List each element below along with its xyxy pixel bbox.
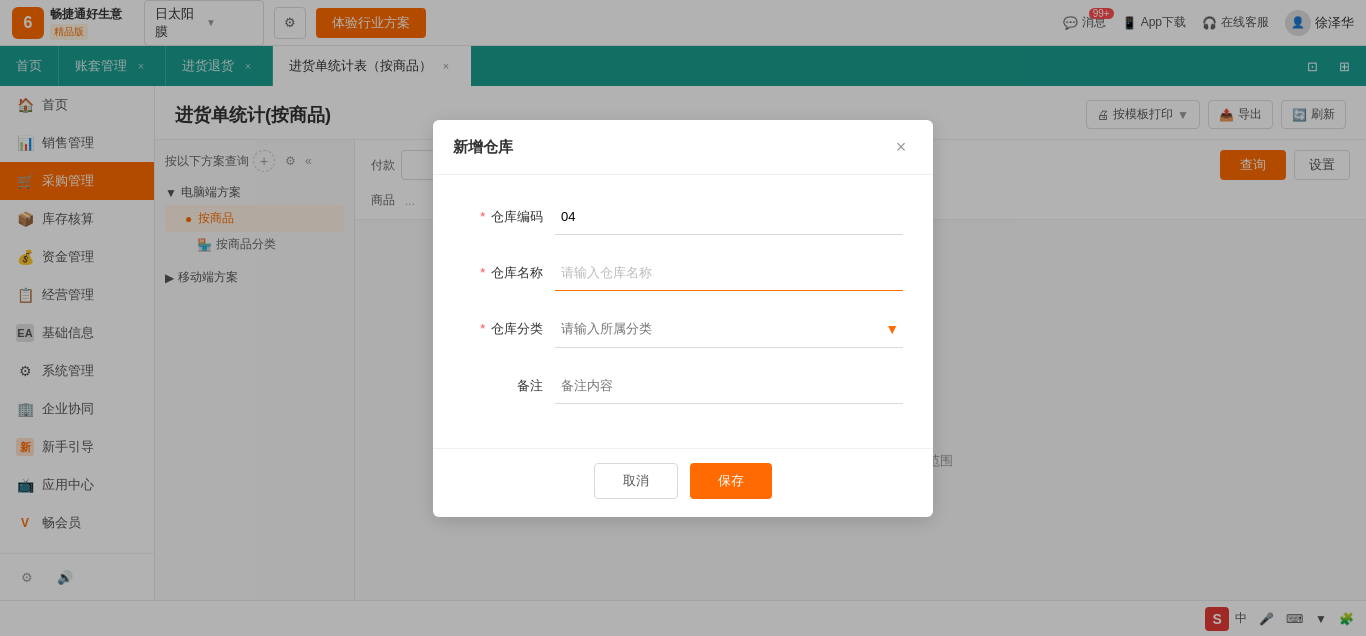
note-input[interactable] [555, 368, 903, 404]
code-label: * 仓库编码 [463, 208, 543, 226]
name-input[interactable] [555, 255, 903, 291]
modal-title: 新增仓库 [453, 138, 513, 157]
code-input[interactable] [555, 199, 903, 235]
modal-close-button[interactable]: × [889, 136, 913, 160]
form-row-name: * 仓库名称 [463, 255, 903, 291]
required-star-category: * [480, 321, 485, 336]
category-select-wrap: ▼ [555, 311, 903, 348]
form-row-category: * 仓库分类 ▼ [463, 311, 903, 348]
save-button[interactable]: 保存 [690, 463, 772, 499]
name-label: * 仓库名称 [463, 264, 543, 282]
modal-new-warehouse: 新增仓库 × * 仓库编码 * 仓库名称 [433, 120, 933, 517]
modal-overlay[interactable]: 新增仓库 × * 仓库编码 * 仓库名称 [0, 0, 1366, 636]
form-row-code: * 仓库编码 [463, 199, 903, 235]
required-star-code: * [480, 209, 485, 224]
cancel-button[interactable]: 取消 [594, 463, 678, 499]
modal-header: 新增仓库 × [433, 120, 933, 175]
modal-body: * 仓库编码 * 仓库名称 * 仓库分类 [433, 175, 933, 448]
required-star-name: * [480, 265, 485, 280]
modal-footer: 取消 保存 [433, 448, 933, 517]
category-label: * 仓库分类 [463, 320, 543, 338]
category-dropdown-icon[interactable]: ▼ [885, 321, 903, 337]
form-row-note: 备注 [463, 368, 903, 404]
note-label: 备注 [463, 377, 543, 395]
category-input[interactable] [555, 311, 885, 347]
